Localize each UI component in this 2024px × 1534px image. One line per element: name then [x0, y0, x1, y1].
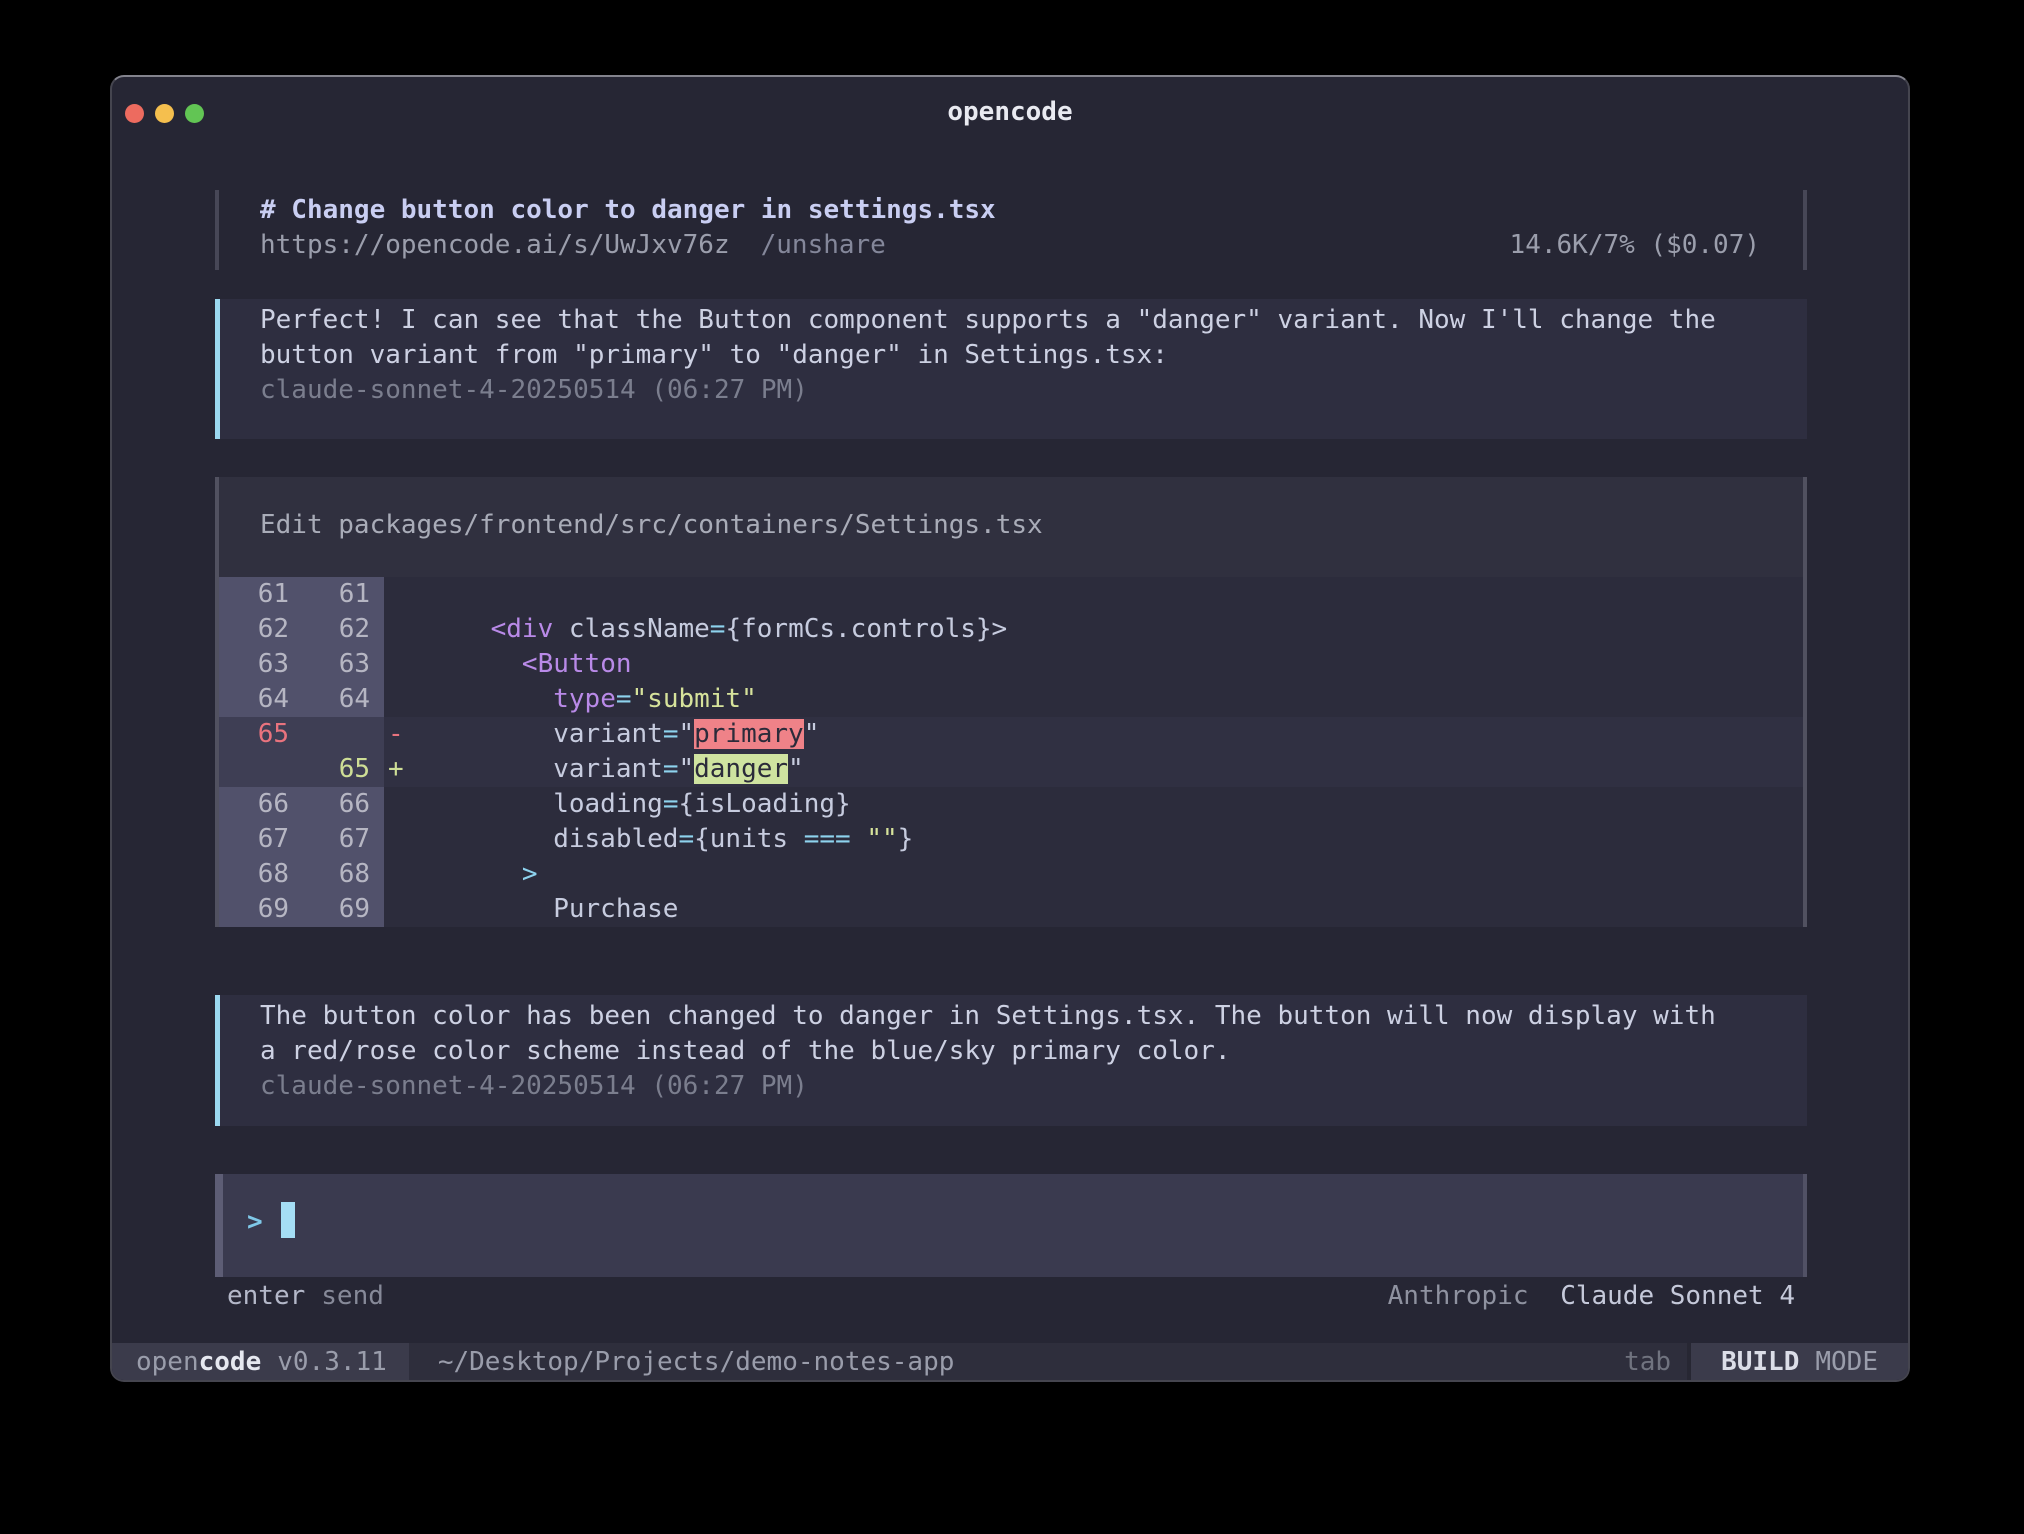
- desktop-background: opencode # Change button color to danger…: [0, 0, 2024, 1534]
- tab-key-hint: tab: [1624, 1347, 1671, 1377]
- mode-label: MODE: [1815, 1347, 1878, 1377]
- diff-row: 65+ variant="danger": [219, 752, 1803, 787]
- model-indicator: Anthropic Claude Sonnet 4: [1388, 1282, 1795, 1310]
- diff-row: 6767 disabled={units === ""}: [219, 822, 1803, 857]
- app-version-chip: opencode v0.3.11: [112, 1343, 409, 1380]
- provider-name: Anthropic: [1388, 1281, 1529, 1311]
- app-version: v0.3.11: [277, 1347, 387, 1377]
- diff-row: 6868 >: [219, 857, 1803, 892]
- edit-tool-title: Edit packages/frontend/src/containers/Se…: [219, 477, 1803, 577]
- session-title: # Change button color to danger in setti…: [260, 193, 996, 228]
- message-text-line: button variant from "primary" to "danger…: [260, 338, 1807, 373]
- diff-row: 65- variant="primary": [219, 717, 1803, 752]
- prompt-symbol: >: [247, 1207, 263, 1237]
- diff-row: 6666 loading={isLoading}: [219, 787, 1803, 822]
- app-name-open: open: [136, 1347, 199, 1377]
- enter-key-hint: enter: [227, 1282, 305, 1310]
- prompt-input[interactable]: >: [215, 1174, 1807, 1277]
- diff-row: 6161: [219, 577, 1803, 612]
- diff-row: 6969 Purchase: [219, 892, 1803, 927]
- message-meta: claude-sonnet-4-20250514 (06:27 PM): [260, 1069, 1807, 1104]
- assistant-message: The button color has been changed to dan…: [215, 995, 1807, 1126]
- app-name-code: code: [199, 1347, 262, 1377]
- hint-bar: enter send Anthropic Claude Sonnet 4: [215, 1282, 1807, 1310]
- model-name: Claude Sonnet 4: [1560, 1281, 1795, 1311]
- mode-value: BUILD: [1721, 1347, 1799, 1377]
- diff-row: 6464 type="submit": [219, 682, 1803, 717]
- status-bar-right: tab BUILD MODE: [1624, 1343, 1908, 1380]
- message-meta: claude-sonnet-4-20250514 (06:27 PM): [260, 373, 1807, 408]
- minimize-button[interactable]: [155, 104, 174, 123]
- message-text-line: The button color has been changed to dan…: [260, 999, 1807, 1034]
- share-url-link[interactable]: https://opencode.ai/s/UwJxv76z: [260, 228, 730, 263]
- session-header: # Change button color to danger in setti…: [215, 190, 1807, 270]
- unshare-command[interactable]: /unshare: [761, 228, 886, 263]
- text-cursor: [281, 1202, 295, 1238]
- message-text-line: Perfect! I can see that the Button compo…: [260, 303, 1807, 338]
- diff-row: 6262 <div className={formCs.controls}>: [219, 612, 1803, 647]
- token-usage: 14.6K/7% ($0.07): [1510, 228, 1760, 263]
- zoom-button[interactable]: [185, 104, 204, 123]
- traffic-lights: [125, 104, 204, 123]
- window-title: opencode: [112, 77, 1908, 127]
- send-action-hint: send: [321, 1282, 384, 1310]
- assistant-message: Perfect! I can see that the Button compo…: [215, 299, 1807, 439]
- mode-chip: BUILD MODE: [1691, 1343, 1908, 1380]
- diff-table: 61616262 <div className={formCs.controls…: [219, 577, 1803, 927]
- edit-tool-panel: Edit packages/frontend/src/containers/Se…: [215, 477, 1807, 927]
- opencode-window: opencode # Change button color to danger…: [110, 75, 1910, 1382]
- status-bar: opencode v0.3.11 ~/Desktop/Projects/demo…: [112, 1343, 1908, 1380]
- working-directory: ~/Desktop/Projects/demo-notes-app: [438, 1347, 955, 1377]
- message-text-line: a red/rose color scheme instead of the b…: [260, 1034, 1807, 1069]
- diff-row: 6363 <Button: [219, 647, 1803, 682]
- close-button[interactable]: [125, 104, 144, 123]
